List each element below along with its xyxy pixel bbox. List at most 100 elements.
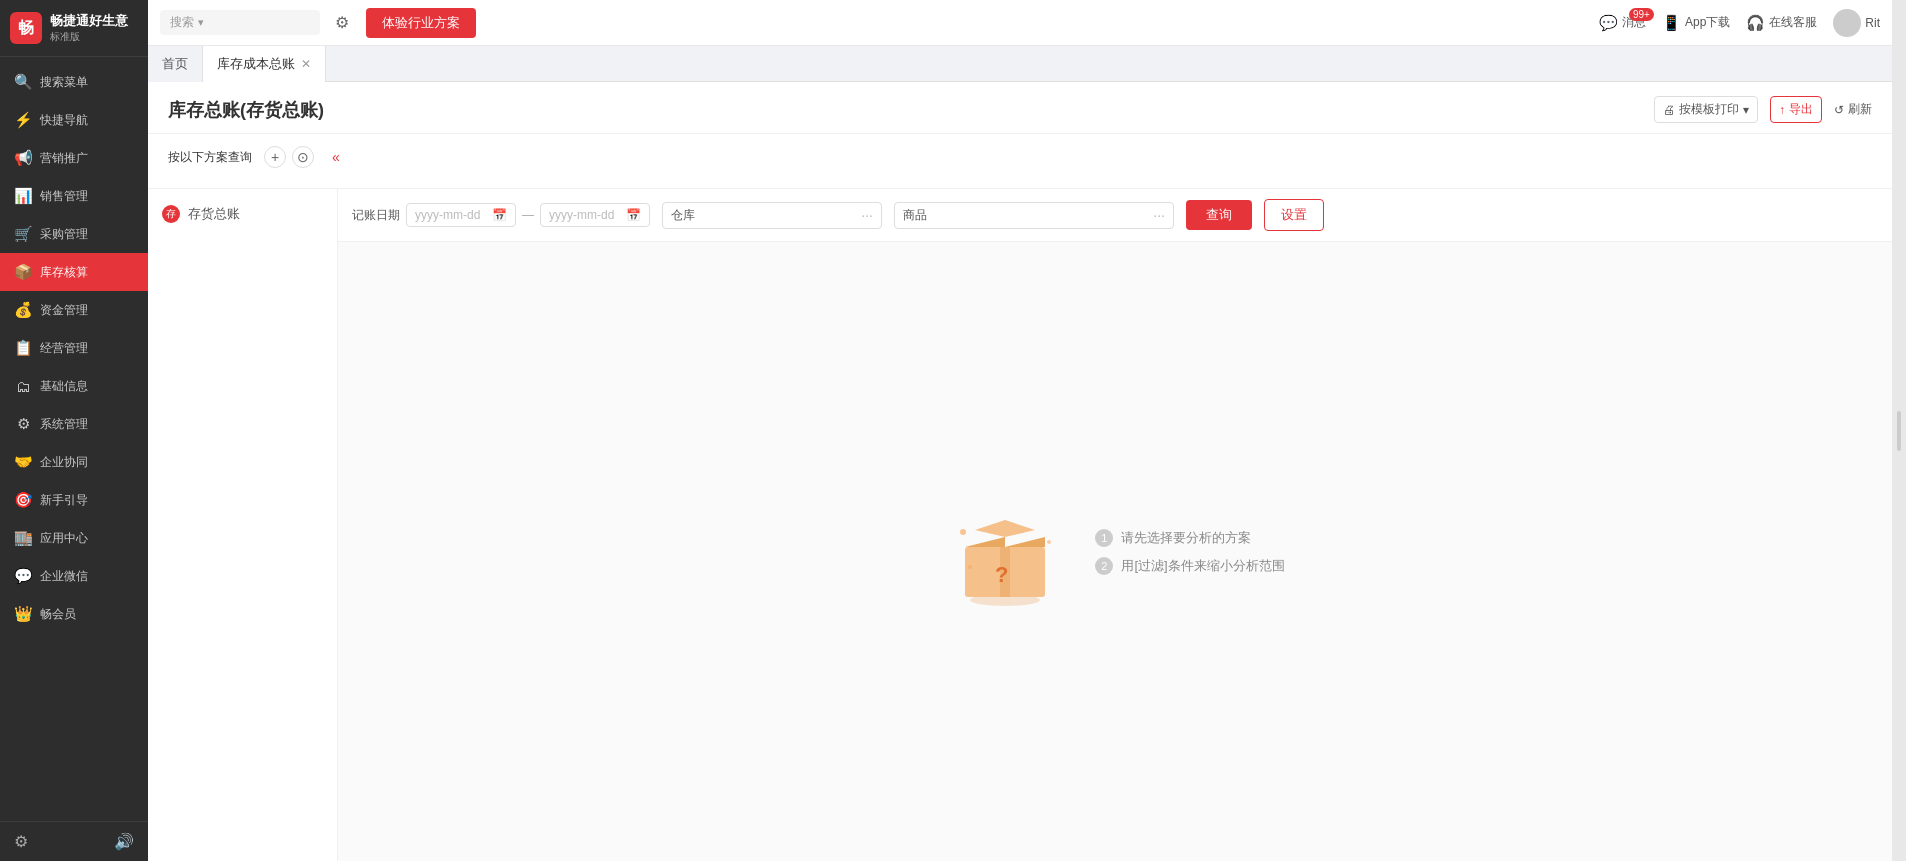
phone-icon: 📱 — [1662, 14, 1681, 32]
svg-marker-4 — [975, 520, 1035, 537]
scheme-item-inventory[interactable]: 存 存货总账 — [148, 197, 337, 231]
product-label: 商品 — [903, 207, 927, 224]
logo-sub: 标准版 — [50, 30, 128, 44]
gear-icon[interactable]: ⚙ — [328, 9, 356, 37]
app-download-label: App下载 — [1685, 14, 1730, 31]
collapse-filter-button[interactable]: « — [332, 149, 340, 165]
sidebar-item-purchase[interactable]: 🛒 采购管理 — [0, 215, 148, 253]
marketing-label: 营销推广 — [40, 150, 88, 167]
sidebar-item-shortcut[interactable]: ⚡ 快捷导航 — [0, 101, 148, 139]
operation-label: 经营管理 — [40, 340, 88, 357]
page-header: 库存总账(存货总账) 🖨 按模板打印 ▾ ↑ 导出 ↺ 刷新 — [148, 82, 1892, 134]
shortcut-label: 快捷导航 — [40, 112, 88, 129]
sidebar-item-inventory[interactable]: 📦 库存核算 — [0, 253, 148, 291]
wechat-label: 企业微信 — [40, 568, 88, 585]
headset-icon: 🎧 — [1746, 14, 1765, 32]
empty-state: ? 1 请先选择要分析的方案 — [338, 242, 1892, 861]
refresh-label: 刷新 — [1848, 101, 1872, 118]
sidebar-item-appstore[interactable]: 🏬 应用中心 — [0, 519, 148, 557]
settings-button[interactable]: 设置 — [1264, 199, 1324, 231]
empty-content: ? 1 请先选择要分析的方案 — [945, 492, 1284, 612]
search-label: 搜索菜单 — [40, 74, 88, 91]
marketing-icon: 📢 — [14, 149, 32, 167]
sidebar-item-sales[interactable]: 📊 销售管理 — [0, 177, 148, 215]
basic-label: 基础信息 — [40, 378, 88, 395]
trial-button[interactable]: 体验行业方案 — [366, 8, 476, 38]
logo-area: 畅 畅捷通好生意 标准版 — [0, 0, 148, 57]
operation-icon: 📋 — [14, 339, 32, 357]
date-start-input[interactable]: yyyy-mm-dd 📅 — [406, 203, 516, 227]
user-label: Rit — [1865, 16, 1880, 30]
logo-main: 畅捷通好生意 — [50, 12, 128, 30]
app-download-button[interactable]: 📱 App下载 — [1662, 14, 1730, 32]
sales-label: 销售管理 — [40, 188, 88, 205]
guide-label: 新手引导 — [40, 492, 88, 509]
product-field[interactable]: 商品 ··· — [894, 202, 1174, 229]
print-label: 按模板打印 — [1679, 101, 1739, 118]
empty-illustration: ? — [945, 492, 1065, 612]
svg-point-8 — [1047, 540, 1051, 544]
sidebar-item-member[interactable]: 👑 畅会员 — [0, 595, 148, 633]
message-button[interactable]: 💬 消息 99+ — [1599, 14, 1646, 32]
sidebar-item-basic[interactable]: 🗂 基础信息 — [0, 367, 148, 405]
tip-text-2: 用[过滤]条件来缩小分析范围 — [1121, 557, 1284, 575]
tab-home-label: 首页 — [162, 55, 188, 73]
svg-marker-3 — [1005, 537, 1045, 547]
sales-icon: 📊 — [14, 187, 32, 205]
avatar — [1833, 9, 1861, 37]
right-content: 记账日期 yyyy-mm-dd 📅 — yyyy-mm-dd 📅 — [338, 189, 1892, 861]
product-more-icon[interactable]: ··· — [1153, 207, 1165, 223]
main-area: 搜索 ▾ ⚙ 体验行业方案 💬 消息 99+ 📱 App下载 🎧 在线客服 — [148, 0, 1892, 861]
settings-icon[interactable]: ⚙ — [14, 832, 28, 851]
sidebar-item-operation[interactable]: 📋 经营管理 — [0, 329, 148, 367]
refresh-icon: ↺ — [1834, 103, 1844, 117]
remove-filter-button[interactable]: ⊙ — [292, 146, 314, 168]
right-sidebar-handle[interactable] — [1892, 0, 1906, 861]
sidebar-item-search[interactable]: 🔍 搜索菜单 — [0, 63, 148, 101]
printer-icon: 🖨 — [1663, 103, 1675, 117]
warehouse-more-icon[interactable]: ··· — [861, 207, 873, 223]
sidebar-item-wechat[interactable]: 💬 企业微信 — [0, 557, 148, 595]
sidebar-item-cooperation[interactable]: 🤝 企业协同 — [0, 443, 148, 481]
export-button[interactable]: ↑ 导出 — [1770, 96, 1822, 123]
tab-inventory-ledger[interactable]: 库存成本总账 ✕ — [203, 46, 326, 82]
date-separator: — — [522, 208, 534, 222]
query-button[interactable]: 查询 — [1186, 200, 1252, 230]
logo-text: 畅捷通好生意 标准版 — [50, 12, 128, 44]
user-avatar-area[interactable]: Rit — [1833, 9, 1880, 37]
tip-num-2: 2 — [1095, 557, 1113, 575]
warehouse-field[interactable]: 仓库 ··· — [662, 202, 882, 229]
appstore-label: 应用中心 — [40, 530, 88, 547]
logo-icon: 畅 — [10, 12, 42, 44]
sidebar-item-marketing[interactable]: 📢 营销推广 — [0, 139, 148, 177]
sidebar-item-finance[interactable]: 💰 资金管理 — [0, 291, 148, 329]
filter-area: 按以下方案查询 + ⊙ « — [148, 134, 1892, 189]
guide-icon: 🎯 — [14, 491, 32, 509]
topbar-search-area[interactable]: 搜索 ▾ — [160, 10, 320, 35]
date-end-input[interactable]: yyyy-mm-dd 📅 — [540, 203, 650, 227]
message-icon: 💬 — [1599, 14, 1618, 32]
tab-home[interactable]: 首页 — [148, 46, 203, 82]
sidebar-item-guide[interactable]: 🎯 新手引导 — [0, 481, 148, 519]
sidebar-item-system[interactable]: ⚙ 系统管理 — [0, 405, 148, 443]
filter-fields-row: 记账日期 yyyy-mm-dd 📅 — yyyy-mm-dd 📅 — [338, 189, 1892, 242]
tabbar: 首页 库存成本总账 ✕ — [148, 46, 1892, 82]
date-field: 记账日期 yyyy-mm-dd 📅 — yyyy-mm-dd 📅 — [352, 203, 650, 227]
online-support-label: 在线客服 — [1769, 14, 1817, 31]
audio-icon[interactable]: 🔊 — [114, 832, 134, 851]
svg-marker-2 — [965, 537, 1005, 547]
member-label: 畅会员 — [40, 606, 76, 623]
scheme-icon: 存 — [162, 205, 180, 223]
tab-close-icon[interactable]: ✕ — [301, 57, 311, 71]
online-support-button[interactable]: 🎧 在线客服 — [1746, 14, 1817, 32]
sidebar-menu: 🔍 搜索菜单 ⚡ 快捷导航 📢 营销推广 📊 销售管理 🛒 采购管理 📦 库存核… — [0, 57, 148, 639]
content-area: 库存总账(存货总账) 🖨 按模板打印 ▾ ↑ 导出 ↺ 刷新 — [148, 82, 1892, 861]
add-filter-button[interactable]: + — [264, 146, 286, 168]
inventory-icon: 📦 — [14, 263, 32, 281]
export-icon: ↑ — [1779, 103, 1785, 117]
tip-num-1: 1 — [1095, 529, 1113, 547]
basic-icon: 🗂 — [14, 377, 32, 395]
topbar-left: 搜索 ▾ ⚙ 体验行业方案 — [160, 8, 1599, 38]
refresh-button[interactable]: ↺ 刷新 — [1834, 101, 1872, 118]
print-button[interactable]: 🖨 按模板打印 ▾ — [1654, 96, 1758, 123]
